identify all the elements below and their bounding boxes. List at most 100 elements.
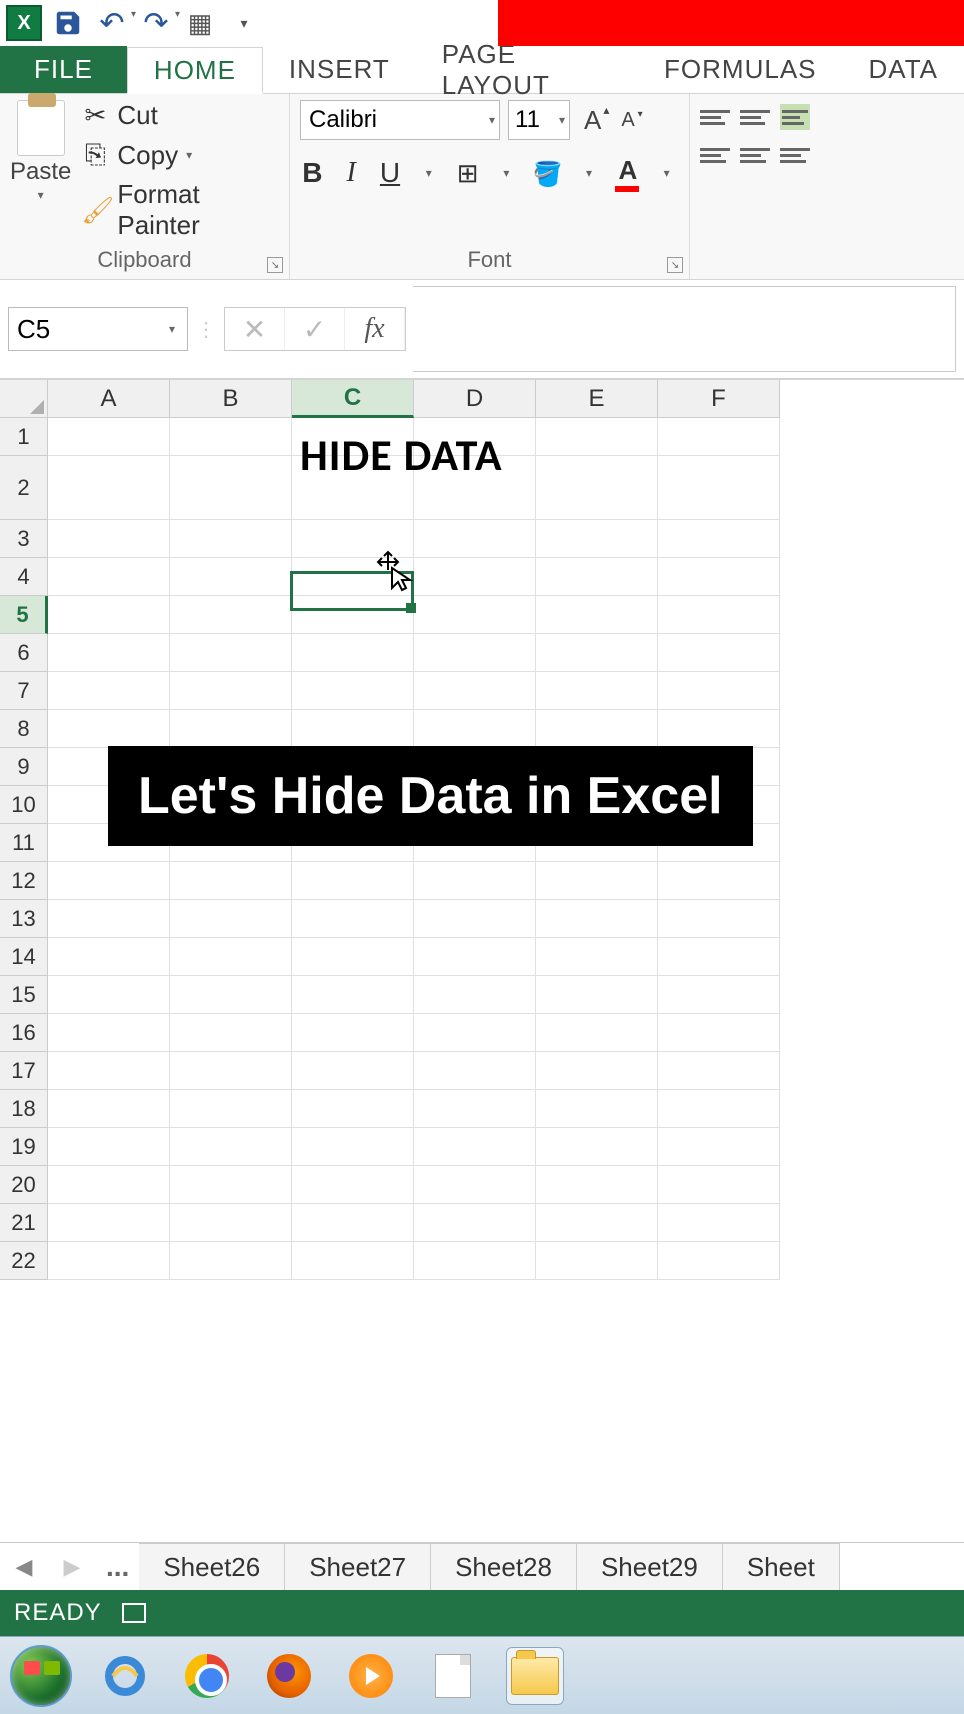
cancel-formula-button[interactable]: ✕ bbox=[225, 308, 285, 350]
align-bottom-button[interactable] bbox=[780, 104, 810, 130]
chrome-taskbar-icon[interactable] bbox=[178, 1647, 236, 1705]
cell[interactable] bbox=[414, 1090, 536, 1128]
cell[interactable] bbox=[292, 1166, 414, 1204]
cell[interactable] bbox=[48, 672, 170, 710]
cell[interactable] bbox=[658, 1052, 780, 1090]
touch-mode-button[interactable]: ▦ bbox=[182, 5, 218, 41]
cell[interactable] bbox=[292, 520, 414, 558]
col-header-A[interactable]: A bbox=[48, 380, 170, 418]
col-header-D[interactable]: D bbox=[414, 380, 536, 418]
cell[interactable] bbox=[536, 1090, 658, 1128]
cell[interactable] bbox=[170, 938, 292, 976]
cell[interactable] bbox=[292, 938, 414, 976]
cell[interactable] bbox=[170, 596, 292, 634]
row-header[interactable]: 21 bbox=[0, 1204, 48, 1242]
media-player-taskbar-icon[interactable] bbox=[342, 1647, 400, 1705]
row-header[interactable]: 22 bbox=[0, 1242, 48, 1280]
cell[interactable] bbox=[414, 596, 536, 634]
row-header[interactable]: 13 bbox=[0, 900, 48, 938]
cell[interactable] bbox=[170, 976, 292, 1014]
cell[interactable] bbox=[658, 862, 780, 900]
explorer-taskbar-icon[interactable] bbox=[506, 1647, 564, 1705]
cell[interactable] bbox=[658, 1128, 780, 1166]
cell[interactable] bbox=[414, 672, 536, 710]
cell[interactable] bbox=[170, 520, 292, 558]
cell[interactable] bbox=[48, 1242, 170, 1280]
sheet-tab[interactable]: Sheet27 bbox=[285, 1543, 431, 1591]
cell[interactable] bbox=[414, 862, 536, 900]
col-header-E[interactable]: E bbox=[536, 380, 658, 418]
cell[interactable] bbox=[48, 976, 170, 1014]
cell[interactable] bbox=[658, 418, 780, 456]
cell[interactable] bbox=[536, 558, 658, 596]
cell[interactable] bbox=[536, 596, 658, 634]
customize-qat-button[interactable]: ▾ bbox=[226, 5, 262, 41]
align-top-button[interactable] bbox=[700, 104, 730, 130]
cell[interactable] bbox=[414, 938, 536, 976]
cell[interactable] bbox=[170, 862, 292, 900]
row-header[interactable]: 18 bbox=[0, 1090, 48, 1128]
align-center-button[interactable] bbox=[740, 142, 770, 168]
redo-button[interactable]: ↷ bbox=[138, 5, 174, 41]
ie-taskbar-icon[interactable] bbox=[96, 1647, 154, 1705]
cell[interactable] bbox=[170, 900, 292, 938]
row-header[interactable]: 15 bbox=[0, 976, 48, 1014]
cell[interactable] bbox=[48, 1090, 170, 1128]
cell[interactable] bbox=[170, 634, 292, 672]
cut-button[interactable]: ✂ Cut bbox=[81, 100, 279, 131]
cell[interactable] bbox=[658, 634, 780, 672]
cell[interactable] bbox=[658, 710, 780, 748]
formula-input[interactable] bbox=[413, 286, 956, 372]
col-header-F[interactable]: F bbox=[658, 380, 780, 418]
cell[interactable] bbox=[292, 710, 414, 748]
borders-button[interactable]: ⊞ bbox=[455, 158, 480, 189]
sheet-tab[interactable]: Sheet bbox=[723, 1543, 840, 1591]
align-left-button[interactable] bbox=[700, 142, 730, 168]
cell[interactable] bbox=[48, 1052, 170, 1090]
cell[interactable] bbox=[414, 1052, 536, 1090]
cell[interactable] bbox=[48, 418, 170, 456]
cell[interactable] bbox=[292, 1242, 414, 1280]
cell[interactable] bbox=[292, 1204, 414, 1242]
cell[interactable] bbox=[414, 710, 536, 748]
row-header[interactable]: 10 bbox=[0, 786, 48, 824]
cell[interactable] bbox=[658, 1204, 780, 1242]
cell[interactable] bbox=[292, 1014, 414, 1052]
font-dialog-launcher[interactable]: ↘ bbox=[667, 257, 683, 273]
cell[interactable] bbox=[292, 976, 414, 1014]
cell[interactable] bbox=[292, 1128, 414, 1166]
cell[interactable] bbox=[48, 634, 170, 672]
cell[interactable] bbox=[536, 1166, 658, 1204]
paste-button[interactable]: Paste bbox=[10, 158, 71, 186]
cell[interactable] bbox=[414, 1166, 536, 1204]
row-header[interactable]: 4 bbox=[0, 558, 48, 596]
cell[interactable] bbox=[414, 1014, 536, 1052]
cell[interactable] bbox=[292, 900, 414, 938]
cell[interactable] bbox=[48, 596, 170, 634]
cell[interactable] bbox=[414, 520, 536, 558]
cell[interactable] bbox=[292, 596, 414, 634]
cell[interactable] bbox=[536, 1014, 658, 1052]
align-right-button[interactable] bbox=[780, 142, 810, 168]
row-header[interactable]: 9 bbox=[0, 748, 48, 786]
tab-data[interactable]: DATA bbox=[843, 46, 964, 93]
row-header[interactable]: 12 bbox=[0, 862, 48, 900]
cell[interactable] bbox=[48, 1166, 170, 1204]
cell[interactable] bbox=[170, 1014, 292, 1052]
cell[interactable] bbox=[170, 418, 292, 456]
cell[interactable] bbox=[414, 634, 536, 672]
insert-function-button[interactable]: fx bbox=[345, 308, 405, 350]
cell[interactable] bbox=[292, 1090, 414, 1128]
col-header-C[interactable]: C bbox=[292, 380, 414, 418]
cell[interactable] bbox=[536, 1128, 658, 1166]
cell[interactable] bbox=[658, 672, 780, 710]
cell[interactable] bbox=[536, 938, 658, 976]
cell[interactable] bbox=[536, 1242, 658, 1280]
row-header[interactable]: 16 bbox=[0, 1014, 48, 1052]
cell[interactable] bbox=[414, 558, 536, 596]
cell[interactable] bbox=[414, 976, 536, 1014]
cell[interactable] bbox=[536, 862, 658, 900]
enter-formula-button[interactable]: ✓ bbox=[285, 308, 345, 350]
cell[interactable] bbox=[48, 558, 170, 596]
cell[interactable] bbox=[414, 1128, 536, 1166]
